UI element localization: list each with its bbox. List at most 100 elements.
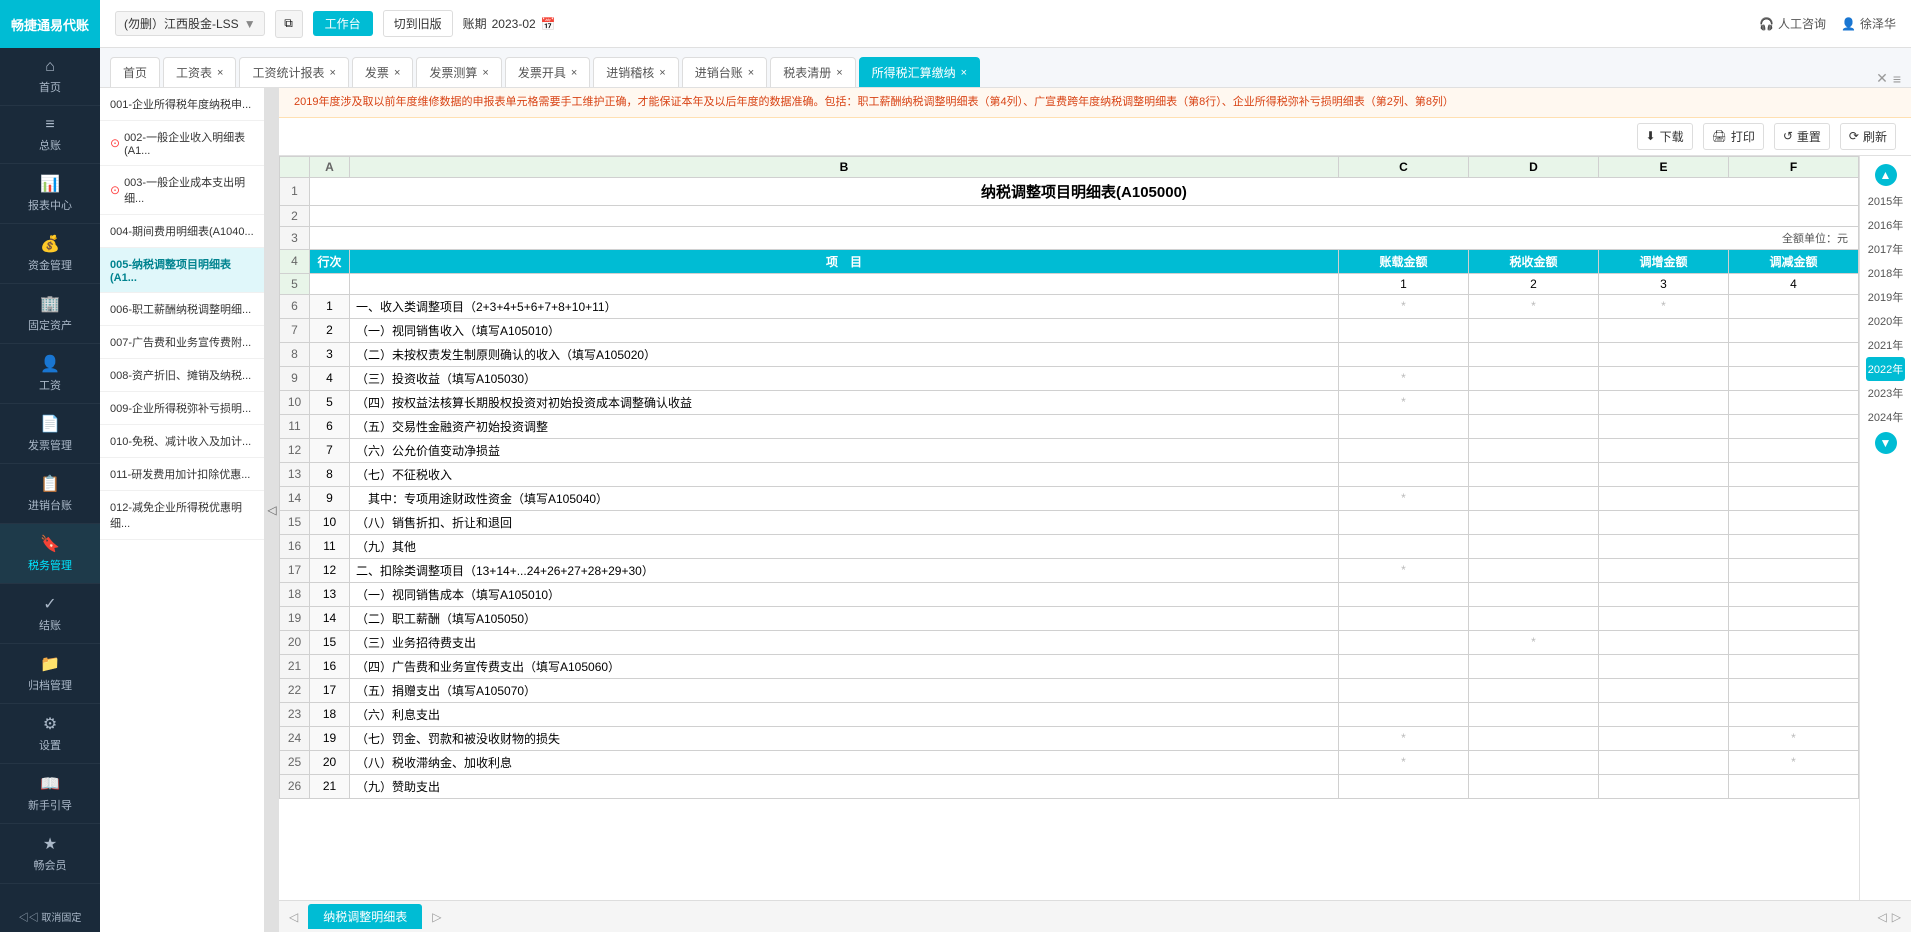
col2-cell[interactable] <box>1469 534 1599 558</box>
sidebar-item-member[interactable]: ★ 畅会员 <box>0 824 100 884</box>
col3-cell[interactable] <box>1599 510 1729 534</box>
col3-cell[interactable] <box>1599 318 1729 342</box>
col3-cell[interactable] <box>1599 582 1729 606</box>
table-row[interactable]: 7 2 （一）视同销售收入（填写A105010） <box>280 318 1859 342</box>
col1-cell[interactable] <box>1339 462 1469 486</box>
col2-cell[interactable] <box>1469 390 1599 414</box>
tab-salary[interactable]: 工资表 × <box>163 57 236 87</box>
left-panel-item-008[interactable]: 008-资产折旧、摊销及纳税... <box>100 359 264 392</box>
year-button[interactable]: 2018年 <box>1866 261 1905 285</box>
table-row[interactable]: 16 11 （九）其他 <box>280 534 1859 558</box>
tab-close-icon[interactable]: × <box>961 67 967 79</box>
sheet-main[interactable]: A B C D E F 1 纳税调整项目明细表(A105000) <box>279 156 1859 901</box>
col1-cell[interactable] <box>1339 438 1469 462</box>
col4-cell[interactable]: * <box>1729 726 1859 750</box>
bottom-tab-tax-adjust[interactable]: 纳税调整明细表 <box>308 904 422 929</box>
col4-cell[interactable] <box>1729 414 1859 438</box>
col1-cell[interactable] <box>1339 582 1469 606</box>
col1-cell[interactable]: * <box>1339 726 1469 750</box>
col2-cell[interactable] <box>1469 606 1599 630</box>
refresh-button[interactable]: ⟳ 刷新 <box>1840 123 1896 150</box>
col4-cell[interactable] <box>1729 462 1859 486</box>
workbench-button[interactable]: 工作台 <box>313 11 373 36</box>
col2-cell[interactable] <box>1469 750 1599 774</box>
title-cell[interactable]: （七）不征税收入 <box>350 462 1339 486</box>
col1-cell[interactable]: * <box>1339 390 1469 414</box>
support-button[interactable]: 🎧 人工咨询 <box>1759 15 1826 32</box>
year-button[interactable]: 2016年 <box>1866 213 1905 237</box>
col3-cell[interactable] <box>1599 726 1729 750</box>
title-cell[interactable]: （三）投资收益（填写A105030） <box>350 366 1339 390</box>
title-cell[interactable]: （九）其他 <box>350 534 1339 558</box>
col3-cell[interactable] <box>1599 558 1729 582</box>
company-selector[interactable]: (勿删）江西股金-LSS ▼ <box>115 11 265 36</box>
col1-cell[interactable] <box>1339 702 1469 726</box>
col3-cell[interactable] <box>1599 534 1729 558</box>
title-cell[interactable]: （四）按权益法核算长期股权投资对初始投资成本调整确认收益 <box>350 390 1339 414</box>
col1-cell[interactable] <box>1339 318 1469 342</box>
tab-close-icon[interactable]: × <box>482 67 488 79</box>
sidebar-item-home[interactable]: ⌂ 首页 <box>0 48 100 106</box>
year-next-button[interactable]: ▼ <box>1875 432 1897 454</box>
col2-cell[interactable] <box>1469 438 1599 462</box>
year-button[interactable]: 2023年 <box>1866 381 1905 405</box>
year-button[interactable]: 2020年 <box>1866 309 1905 333</box>
tab-tax-list[interactable]: 税表清册 × <box>770 57 855 87</box>
title-cell[interactable]: 二、扣除类调整项目（13+14+...24+26+27+28+29+30） <box>350 558 1339 582</box>
col1-cell[interactable]: * <box>1339 366 1469 390</box>
tab-salary-report[interactable]: 工资统计报表 × <box>239 57 348 87</box>
title-cell[interactable]: （四）广告费和业务宣传费支出（填写A105060） <box>350 654 1339 678</box>
col3-cell[interactable] <box>1599 774 1729 798</box>
table-row[interactable]: 20 15 （三）业务招待费支出 * <box>280 630 1859 654</box>
col2-cell[interactable]: * <box>1469 294 1599 318</box>
sidebar-item-settings[interactable]: ⚙ 设置 <box>0 704 100 764</box>
table-row[interactable]: 25 20 （八）税收滞纳金、加收利息 * * <box>280 750 1859 774</box>
tab-close-icon[interactable]: × <box>659 67 665 79</box>
table-row[interactable]: 12 7 （六）公允价值变动净损益 <box>280 438 1859 462</box>
title-cell[interactable]: （七）罚金、罚款和被没收财物的损失 <box>350 726 1339 750</box>
left-panel-item-011[interactable]: 011-研发费用加计扣除优惠... <box>100 458 264 491</box>
title-cell[interactable]: （一）视同销售收入（填写A105010） <box>350 318 1339 342</box>
col2-cell[interactable] <box>1469 510 1599 534</box>
title-cell[interactable]: （八）销售折扣、折让和退回 <box>350 510 1339 534</box>
table-row[interactable]: 6 1 一、收入类调整项目（2+3+4+5+6+7+8+10+11） * * * <box>280 294 1859 318</box>
left-panel-item-002[interactable]: ⊙ 002-一般企业收入明细表(A1... <box>100 121 264 166</box>
col3-cell[interactable] <box>1599 750 1729 774</box>
col3-cell[interactable] <box>1599 366 1729 390</box>
title-cell[interactable]: （六）公允价值变动净损益 <box>350 438 1339 462</box>
table-row[interactable]: 21 16 （四）广告费和业务宣传费支出（填写A105060） <box>280 654 1859 678</box>
tab-purchase-ledger[interactable]: 进销台账 × <box>682 57 767 87</box>
col1-cell[interactable]: * <box>1339 750 1469 774</box>
table-row[interactable]: 13 8 （七）不征税收入 <box>280 462 1859 486</box>
sidebar-item-salary[interactable]: 👤 工资 <box>0 344 100 404</box>
left-panel-item-012[interactable]: 012-减免企业所得税优惠明细... <box>100 491 264 540</box>
col1-cell[interactable]: * <box>1339 558 1469 582</box>
col4-cell[interactable]: * <box>1729 750 1859 774</box>
left-panel-item-003[interactable]: ⊙ 003-一般企业成本支出明细... <box>100 166 264 215</box>
title-cell[interactable]: （九）赞助支出 <box>350 774 1339 798</box>
tab-close-icon[interactable]: × <box>217 67 223 79</box>
col4-cell[interactable] <box>1729 606 1859 630</box>
col2-cell[interactable] <box>1469 342 1599 366</box>
col3-cell[interactable] <box>1599 486 1729 510</box>
col4-cell[interactable] <box>1729 678 1859 702</box>
col1-cell[interactable] <box>1339 606 1469 630</box>
scroll-right-icon[interactable]: ▷ <box>432 910 441 924</box>
col4-cell[interactable] <box>1729 318 1859 342</box>
col4-cell[interactable] <box>1729 486 1859 510</box>
sidebar-item-general-ledger[interactable]: ≡ 总账 <box>0 106 100 164</box>
col4-cell[interactable] <box>1729 294 1859 318</box>
year-button[interactable]: 2019年 <box>1866 285 1905 309</box>
col4-cell[interactable] <box>1729 654 1859 678</box>
col1-cell[interactable] <box>1339 414 1469 438</box>
col4-cell[interactable] <box>1729 510 1859 534</box>
col2-cell[interactable] <box>1469 486 1599 510</box>
title-cell[interactable]: （五）捐赠支出（填写A105070） <box>350 678 1339 702</box>
col3-cell[interactable] <box>1599 438 1729 462</box>
user-menu[interactable]: 👤 徐泽华 <box>1841 15 1896 32</box>
sheet-scroll-right-icon[interactable]: ▷ <box>1892 910 1901 924</box>
col3-cell[interactable] <box>1599 414 1729 438</box>
table-row[interactable]: 10 5 （四）按权益法核算长期股权投资对初始投资成本调整确认收益 * <box>280 390 1859 414</box>
tab-income-tax[interactable]: 所得税汇算缴纳 × <box>859 57 980 87</box>
col2-cell[interactable] <box>1469 462 1599 486</box>
